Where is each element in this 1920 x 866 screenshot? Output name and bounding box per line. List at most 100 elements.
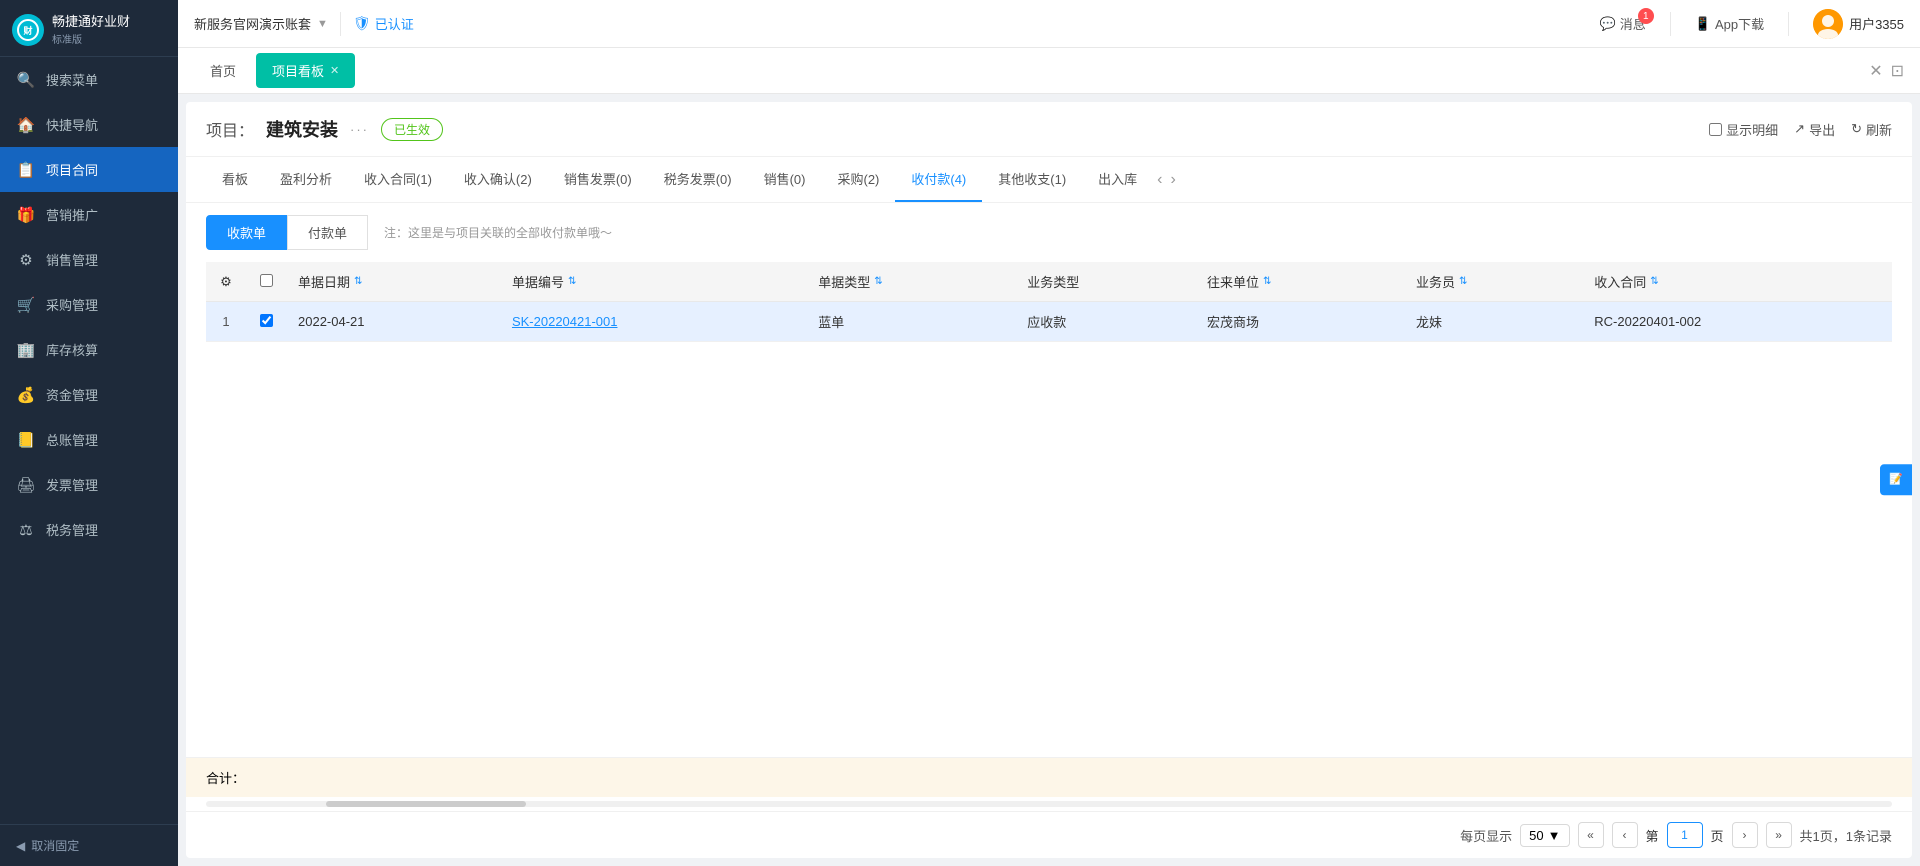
cell-partner: 宏茂商场 (1195, 302, 1404, 342)
logo-sub: 标准版 (52, 31, 130, 46)
subnav-receipt[interactable]: 收付款(4) (895, 157, 982, 202)
sales-icon: ⚙ (16, 251, 36, 269)
col-salesman: 业务员 ⇅ (1404, 262, 1582, 302)
content-area: 项目： 建筑安装 ··· 已生效 显示明细 ↗ 导出 ↻ 刷新 (186, 102, 1912, 858)
refresh-btn[interactable]: ↻ 刷新 (1851, 120, 1892, 139)
app-download-btn[interactable]: 📱 App下载 (1695, 14, 1764, 33)
subnav-income-confirm[interactable]: 收入确认(2) (448, 157, 548, 202)
certified-badge: 🛡 已认证 (353, 14, 414, 33)
sidebar-item-tax[interactable]: ⚖ 税务管理 (0, 507, 178, 552)
sidebar-unpin[interactable]: ◀ 取消固定 (0, 824, 178, 866)
row-checkbox[interactable] (260, 314, 273, 327)
col-salesman-label: 业务员 (1416, 272, 1455, 291)
subnav-tax-invoice[interactable]: 税务发票(0) (648, 157, 748, 202)
subtab-receipt-btn[interactable]: 收款单 (206, 215, 287, 250)
subtab-payment-btn[interactable]: 付款单 (287, 215, 368, 250)
current-page-btn[interactable]: 1 (1667, 822, 1703, 848)
subnav-sales[interactable]: 销售(0) (748, 157, 822, 202)
scrollbar-track[interactable] (206, 801, 1892, 807)
sort-number-icon[interactable]: ⇅ (568, 276, 576, 287)
sidebar-item-quicknav[interactable]: 🏠 快捷导航 (0, 102, 178, 147)
subnav-prev-arrow[interactable]: ‹ (1153, 171, 1166, 189)
table-row: 1 2022-04-21 SK-20220421-001 蓝单 应收款 宏茂商场… (206, 302, 1892, 342)
show-detail-toggle[interactable]: 显示明细 (1709, 120, 1778, 139)
tab-home-label: 首页 (210, 61, 236, 80)
sidebar-item-inventory[interactable]: 🏢 库存核算 (0, 327, 178, 372)
col-settings[interactable]: ⚙ (206, 262, 246, 302)
subnav-sales-invoice[interactable]: 销售发票(0) (548, 157, 648, 202)
ledger-icon: 📒 (16, 431, 36, 449)
subnav-other[interactable]: 其他收支(1) (982, 157, 1082, 202)
cell-checkbox[interactable] (246, 302, 286, 342)
sort-date-icon[interactable]: ⇅ (354, 276, 362, 287)
show-detail-checkbox[interactable] (1709, 123, 1722, 136)
export-btn[interactable]: ↗ 导出 (1794, 120, 1835, 139)
sidebar-item-search[interactable]: 🔍 搜索菜单 (0, 57, 178, 102)
user-label: 用户3355 (1849, 14, 1904, 33)
sidebar-item-purchase[interactable]: 🛒 采购管理 (0, 282, 178, 327)
tabbar: 首页 项目看板 ✕ ✕ ⊡ (178, 48, 1920, 94)
col-number-label: 单据编号 (512, 272, 564, 291)
col-income-contract-label: 收入合同 (1594, 272, 1646, 291)
scrollbar-row (186, 797, 1912, 811)
sort-income-icon[interactable]: ⇅ (1650, 276, 1658, 287)
next-page-btn[interactable]: › (1732, 822, 1758, 848)
select-all-checkbox[interactable] (260, 274, 273, 287)
svg-text:财: 财 (22, 25, 32, 36)
subnav-profit[interactable]: 盈利分析 (264, 157, 348, 202)
settings-icon[interactable]: ⚙ (220, 274, 232, 289)
scrollbar-thumb[interactable] (326, 801, 526, 807)
sort-salesman-icon[interactable]: ⇅ (1459, 276, 1467, 287)
sort-type-icon[interactable]: ⇅ (874, 276, 882, 287)
invoice-icon: 🖨 (16, 476, 36, 494)
project-label: 项目： (206, 117, 254, 141)
subnav-warehouse[interactable]: 出入库 (1082, 157, 1153, 202)
sort-partner-icon[interactable]: ⇅ (1263, 276, 1271, 287)
sidebar-item-ledger[interactable]: 📒 总账管理 (0, 417, 178, 462)
sidebar-item-finance[interactable]: 💰 资金管理 (0, 372, 178, 417)
window-close-btn[interactable]: ✕ (1869, 61, 1882, 81)
account-selector[interactable]: 新服务官网演示账套 ▼ (194, 14, 328, 33)
per-page-label: 每页显示 (1460, 826, 1512, 845)
cell-type: 蓝单 (806, 302, 1015, 342)
per-page-select[interactable]: 50 ▼ (1520, 824, 1569, 847)
project-more-btn[interactable]: ··· (350, 122, 369, 137)
page-suffix: 页 (1711, 826, 1724, 845)
per-page-arrow: ▼ (1548, 828, 1561, 843)
last-page-btn[interactable]: » (1766, 822, 1792, 848)
col-number: 单据编号 ⇅ (500, 262, 806, 302)
subtab-note: 注：这里是与项目关联的全部收付款单哦～ (384, 224, 612, 241)
divider2 (1670, 12, 1671, 36)
project-status-badge: 已生效 (381, 118, 443, 141)
sidebar-item-marketing[interactable]: 🎁 营销推广 (0, 192, 178, 237)
receipt-number-link[interactable]: SK-20220421-001 (512, 314, 618, 329)
prev-page-btn[interactable]: ‹ (1612, 822, 1638, 848)
subnav-income-contract[interactable]: 收入合同(1) (348, 157, 448, 202)
divider3 (1788, 12, 1789, 36)
logo-icon: 财 (12, 14, 44, 46)
tab-home[interactable]: 首页 (194, 53, 252, 88)
search-icon: 🔍 (16, 71, 36, 89)
tab-kanban[interactable]: 项目看板 ✕ (256, 53, 355, 88)
tab-kanban-label: 项目看板 (272, 61, 324, 80)
logo-text: 畅捷通好业财 (52, 14, 130, 31)
inventory-icon: 🏢 (16, 341, 36, 359)
subnav-purchase[interactable]: 采购(2) (821, 157, 895, 202)
message-btn[interactable]: 💬 消息 1 (1600, 14, 1646, 33)
sidebar-item-invoice[interactable]: 🖨 发票管理 (0, 462, 178, 507)
first-page-btn[interactable]: « (1578, 822, 1604, 848)
subnav-next-arrow[interactable]: › (1167, 171, 1180, 189)
tab-close-icon[interactable]: ✕ (330, 64, 339, 77)
window-maximize-btn[interactable]: ⊡ (1891, 61, 1904, 81)
divider (340, 12, 341, 36)
col-checkbox[interactable] (246, 262, 286, 302)
data-table: ⚙ 单据日期 ⇅ 单据编号 (206, 262, 1892, 342)
float-action-btn[interactable]: 📝 (1880, 464, 1912, 495)
sidebar-item-contract[interactable]: 📋 项目合同 (0, 147, 178, 192)
subnav-kanban[interactable]: 看板 (206, 157, 264, 202)
col-type: 单据类型 ⇅ (806, 262, 1015, 302)
user-menu[interactable]: 用户3355 (1813, 9, 1904, 39)
sidebar-item-sales[interactable]: ⚙ 销售管理 (0, 237, 178, 282)
home-icon: 🏠 (16, 116, 36, 134)
export-icon: ↗ (1794, 121, 1805, 137)
